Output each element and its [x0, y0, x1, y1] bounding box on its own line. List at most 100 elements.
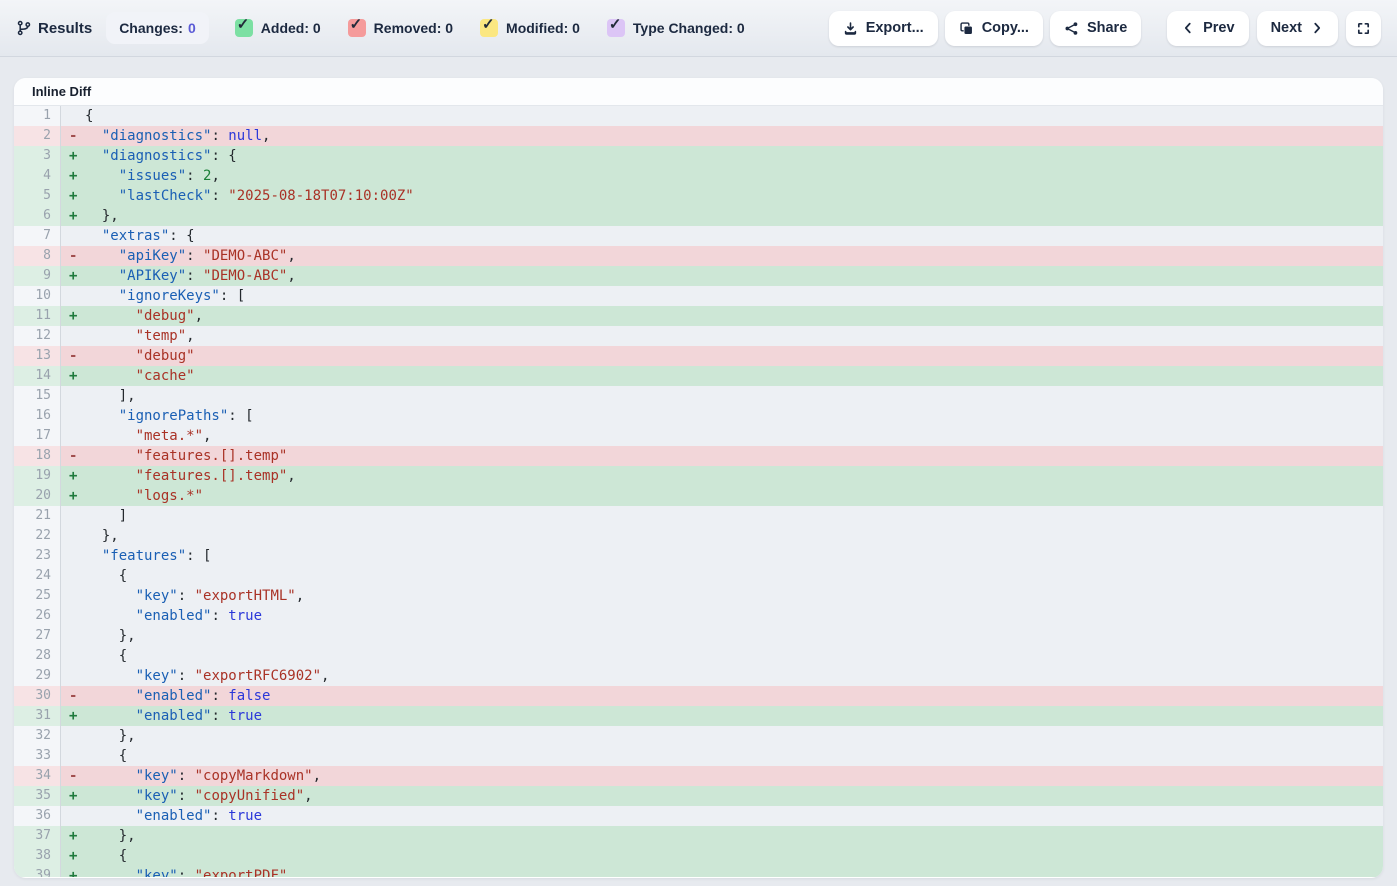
line-number: 19	[14, 466, 61, 486]
filter-modified[interactable]: ✓ Modified: 0	[480, 16, 580, 37]
line-number: 26	[14, 606, 61, 626]
code-text: "ignorePaths": [	[85, 406, 1383, 426]
line-number: 32	[14, 726, 61, 746]
diff-sign	[61, 106, 85, 126]
line-number: 23	[14, 546, 61, 566]
diff-sign	[61, 286, 85, 306]
filter-added[interactable]: ✓ Added: 0	[234, 16, 321, 37]
code-text: },	[85, 526, 1383, 546]
diff-sign	[61, 806, 85, 826]
line-number: 1	[14, 106, 61, 126]
chevron-left-icon	[1185, 22, 1191, 34]
diff-scroll-area[interactable]: 1{2- "diagnostics": null, 3 + "diagnostics…	[14, 106, 1383, 877]
next-button[interactable]: Next	[1256, 10, 1338, 46]
line-number: 35	[14, 786, 61, 806]
checkbox-icon[interactable]: ✓	[480, 16, 499, 37]
diff-line-14: 14 + "cache"	[14, 366, 1383, 386]
code-text: "debug"	[85, 346, 1383, 366]
share-icon	[1065, 21, 1078, 35]
prev-button[interactable]: Prev	[1167, 10, 1249, 46]
line-number: 37	[14, 826, 61, 846]
code-text: "ignoreKeys": [	[85, 286, 1383, 306]
code-text: "APIKey": "DEMO-ABC",	[85, 266, 1383, 286]
diff-sign	[61, 646, 85, 666]
action-buttons: Export... Copy... Share	[828, 10, 1142, 46]
git-branch-icon	[17, 20, 31, 36]
export-button[interactable]: Export...	[828, 10, 938, 46]
code-text: "key": "copyMarkdown",	[85, 766, 1383, 786]
diff-line-30: 30- "enabled": false	[14, 686, 1383, 706]
code-text: "logs.*"	[85, 486, 1383, 506]
line-number: 4	[14, 166, 61, 186]
results-label: Results	[38, 19, 93, 37]
checkbox-icon[interactable]: ✓	[606, 16, 625, 37]
diff-line-21: 21 ]	[14, 506, 1383, 526]
diff-line-37: 37 + },	[14, 826, 1383, 846]
checkmark-icon: ✓	[236, 16, 250, 33]
changes-counter: Changes: 0	[106, 12, 209, 44]
checkmark-icon: ✓	[482, 16, 495, 33]
diff-line-36: 36 "enabled": true	[14, 806, 1383, 826]
checkmark-icon: ✓	[608, 16, 622, 33]
checkbox-icon[interactable]: ✓	[234, 16, 253, 37]
line-number: 38	[14, 846, 61, 866]
download-icon	[844, 21, 856, 35]
code-text: {	[85, 566, 1383, 586]
diff-line-39: 39 + "key": "exportPDF",	[14, 866, 1383, 877]
code-text: "key": "copyUnified",	[85, 786, 1383, 806]
line-number: 12	[14, 326, 61, 346]
line-number: 8	[14, 246, 61, 266]
diff-line-17: 17 "meta.*",	[14, 426, 1383, 446]
line-number: 33	[14, 746, 61, 766]
diff-sign: +	[61, 266, 85, 286]
diff-line-16: 16 "ignorePaths": [	[14, 406, 1383, 426]
code-text: ],	[85, 386, 1383, 406]
diff-sign: -	[61, 346, 85, 366]
diff-sign	[61, 566, 85, 586]
line-number: 39	[14, 866, 61, 877]
code-text: },	[85, 826, 1383, 846]
filter-removed[interactable]: ✓ Removed: 0	[347, 16, 453, 37]
diff-sign	[61, 406, 85, 426]
diff-line-9: 9 + "APIKey": "DEMO-ABC",	[14, 266, 1383, 286]
diff-sign	[61, 546, 85, 566]
diff-line-8: 8- "apiKey": "DEMO-ABC",	[14, 246, 1383, 266]
diff-line-12: 12 "temp",	[14, 326, 1383, 346]
diff-line-35: 35 + "key": "copyUnified",	[14, 786, 1383, 806]
line-number: 34	[14, 766, 61, 786]
line-number: 9	[14, 266, 61, 286]
diff-line-11: 11 + "debug",	[14, 306, 1383, 326]
code-text: "features": [	[85, 546, 1383, 566]
code-text: {	[85, 646, 1383, 666]
diff-line-23: 23 "features": [	[14, 546, 1383, 566]
diff-sign: +	[61, 786, 85, 806]
diff-line-7: 7 "extras": {	[14, 226, 1383, 246]
diff-sign: +	[61, 306, 85, 326]
line-number: 14	[14, 366, 61, 386]
diff-line-38: 38 + {	[14, 846, 1383, 866]
diff-line-6: 6 + },	[14, 206, 1383, 226]
diff-line-29: 29 "key": "exportRFC6902",	[14, 666, 1383, 686]
checkbox-icon[interactable]: ✓	[347, 16, 366, 37]
code-text: "debug",	[85, 306, 1383, 326]
diff-line-1: 1{	[14, 106, 1383, 126]
diff-sign: +	[61, 166, 85, 186]
line-number: 20	[14, 486, 61, 506]
changes-count: 0	[187, 20, 196, 36]
checkmark-icon: ✓	[349, 16, 363, 33]
diff-sign	[61, 606, 85, 626]
diff-line-18: 18- "features.[].temp"	[14, 446, 1383, 466]
fullscreen-icon	[1357, 22, 1370, 34]
fullscreen-button[interactable]	[1346, 10, 1381, 46]
diff-line-33: 33 {	[14, 746, 1383, 766]
line-number: 3	[14, 146, 61, 166]
diff-sign	[61, 726, 85, 746]
filter-type-changed[interactable]: ✓ Type Changed: 0	[606, 16, 745, 37]
diff-line-2: 2- "diagnostics": null,	[14, 126, 1383, 146]
code-text: ]	[85, 506, 1383, 526]
copy-button[interactable]: Copy...	[944, 10, 1043, 46]
code-text: "enabled": true	[85, 706, 1383, 726]
line-number: 30	[14, 686, 61, 706]
share-button[interactable]: Share	[1049, 10, 1142, 46]
changes-label: Changes:	[119, 20, 183, 36]
